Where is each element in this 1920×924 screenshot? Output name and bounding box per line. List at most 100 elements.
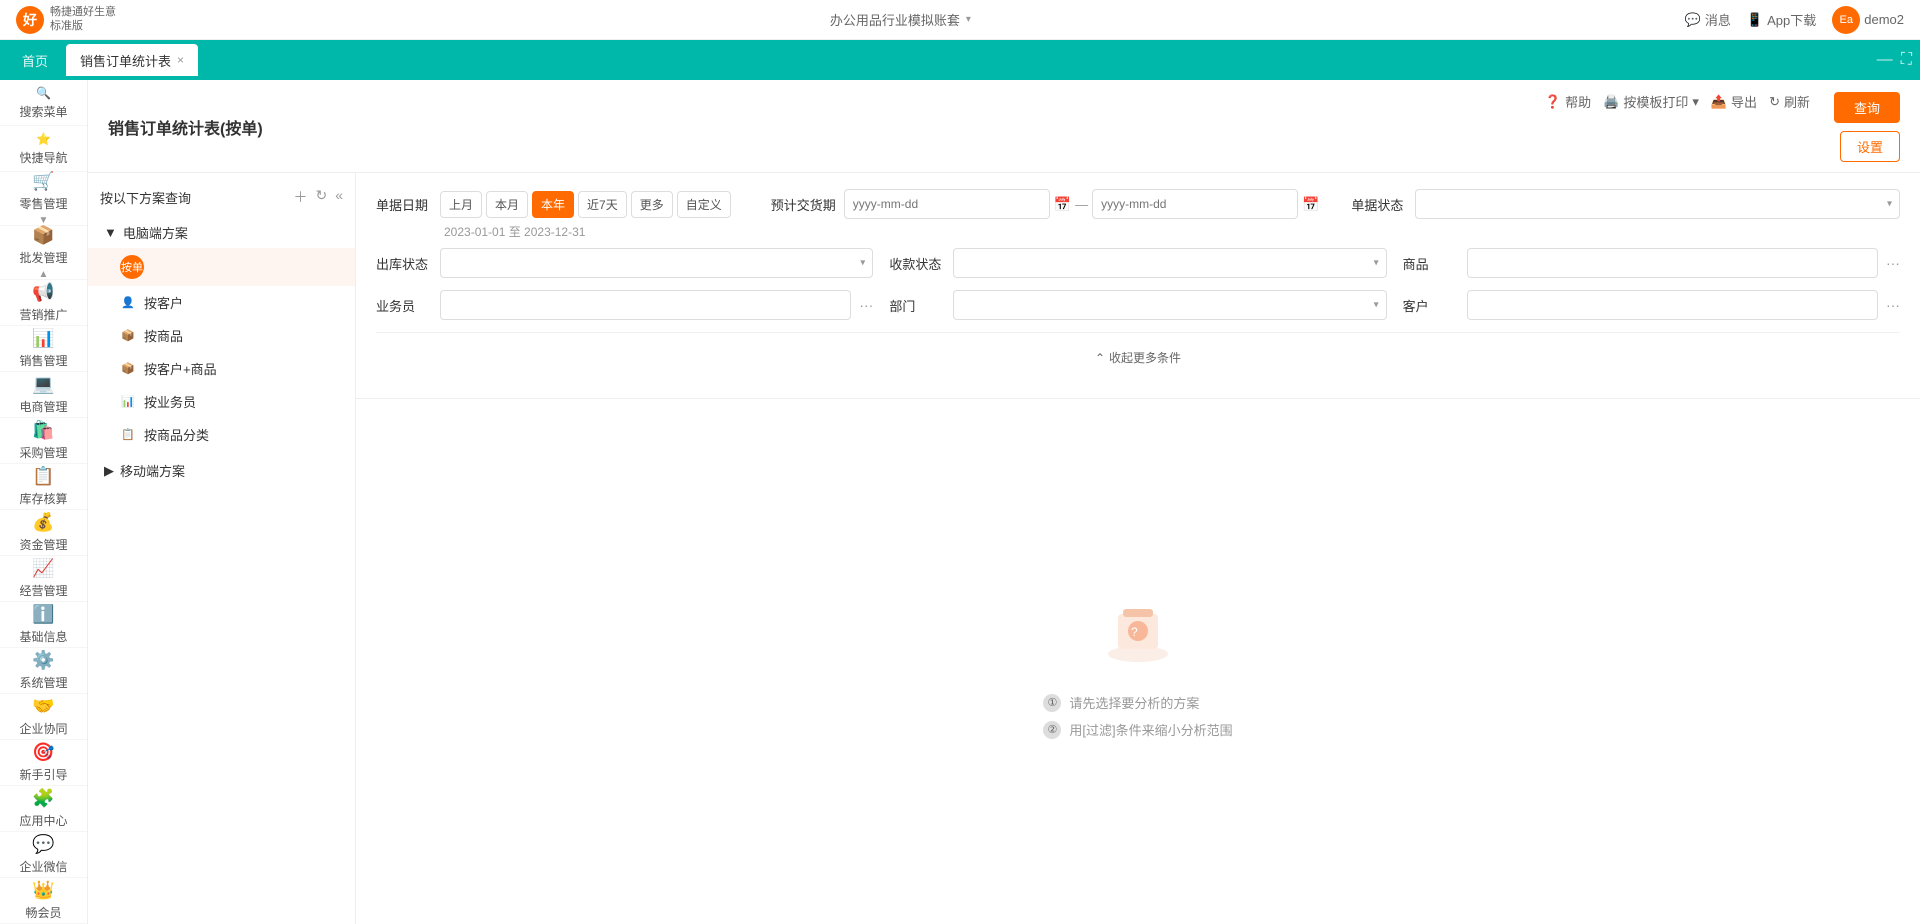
tab-bar: 首页 销售订单统计表 × — ⛶ <box>0 40 1920 80</box>
customer-more-icon[interactable]: ··· <box>1886 297 1900 313</box>
date-btn-more[interactable]: 更多 <box>631 191 673 218</box>
scheme-item-by-goods[interactable]: 📦 按商品 <box>88 319 355 352</box>
minimize-icon[interactable]: — <box>1877 51 1893 69</box>
sidebar-search[interactable]: 🔍 搜索菜单 <box>0 80 87 126</box>
sidebar: 🔍 搜索菜单 ⭐ 快捷导航 🛒 零售管理 ▼ 📦 批发管理 ▲ 📢 营销推广 📊… <box>0 80 88 924</box>
date-btn-last-month[interactable]: 上月 <box>440 191 482 218</box>
date-btn-this-year[interactable]: 本年 <box>532 191 574 218</box>
pay-status-select[interactable] <box>953 248 1386 278</box>
goods-more-icon[interactable]: ··· <box>1886 255 1900 271</box>
refresh-scheme-icon[interactable]: ↻ <box>315 187 327 207</box>
print-dropdown-icon: ▾ <box>1692 94 1699 110</box>
scheme-item-by-salesperson[interactable]: 📊 按业务员 <box>88 385 355 418</box>
wholesale-arrow-icon: ▲ <box>39 269 49 280</box>
tip2-text: 用[过滤]条件来缩小分析范围 <box>1069 720 1232 739</box>
customer-scheme-icon: 👤 <box>120 295 136 311</box>
sidebar-item-ecommerce[interactable]: 💻 电商管理 <box>0 372 87 418</box>
collapse-panel-icon[interactable]: « <box>335 187 343 207</box>
app-download-btn[interactable]: 📱 App下载 <box>1747 10 1816 29</box>
member-icon: 👑 <box>32 880 54 901</box>
operations-icon: 📈 <box>32 558 54 579</box>
filter-row-1: 单据日期 上月 本月 本年 近7天 更多 自定义 <box>376 189 1900 219</box>
sidebar-quick-nav[interactable]: ⭐ 快捷导航 <box>0 126 87 172</box>
sidebar-item-member[interactable]: 👑 畅会员 <box>0 878 87 924</box>
dept-select-wrapper: ▾ <box>953 290 1386 320</box>
scheme-item-by-customer-goods[interactable]: 📦 按客户+商品 <box>88 352 355 385</box>
sidebar-item-inventory[interactable]: 📋 库存核算 <box>0 464 87 510</box>
setting-button[interactable]: 设置 <box>1840 131 1900 162</box>
print-btn[interactable]: 🖨️ 按模板打印 ▾ <box>1603 92 1699 111</box>
filter-area: 单据日期 上月 本月 本年 近7天 更多 自定义 <box>356 173 1920 399</box>
scheme-group-desktop[interactable]: ▼ 电脑端方案 <box>88 217 355 248</box>
salesperson-scheme-icon: 📊 <box>120 394 136 410</box>
status-select[interactable] <box>1415 189 1900 219</box>
sidebar-item-marketing[interactable]: 📢 营销推广 <box>0 280 87 326</box>
action-btn-group: 查询 设置 <box>1834 92 1900 162</box>
help-btn[interactable]: ❓ 帮助 <box>1545 92 1591 111</box>
refresh-btn[interactable]: ↻ 刷新 <box>1769 92 1810 111</box>
basic-info-icon: ℹ️ <box>32 604 54 625</box>
customer-label: 客户 <box>1403 296 1459 315</box>
status-label: 单据状态 <box>1351 195 1407 214</box>
sidebar-item-enterprise[interactable]: 🤝 企业协同 <box>0 694 87 740</box>
sidebar-item-finance[interactable]: 💰 资金管理 <box>0 510 87 556</box>
sidebar-item-system[interactable]: ⚙️ 系统管理 <box>0 648 87 694</box>
query-button[interactable]: 查询 <box>1834 92 1900 123</box>
top-center[interactable]: 办公用品行业模拟账套 ▾ <box>830 10 971 29</box>
sidebar-item-guide[interactable]: 🎯 新手引导 <box>0 740 87 786</box>
ecommerce-icon: 💻 <box>32 374 54 395</box>
dropdown-arrow-icon[interactable]: ▾ <box>966 14 971 25</box>
user-area[interactable]: Ea demo2 <box>1832 6 1904 34</box>
scheme-group-mobile[interactable]: ▶ 移动端方案 <box>88 455 355 486</box>
dept-select[interactable] <box>953 290 1386 320</box>
salesperson-label: 业务员 <box>376 296 432 315</box>
sidebar-item-retail[interactable]: 🛒 零售管理 ▼ <box>0 172 87 226</box>
sidebar-item-wholesale[interactable]: 📦 批发管理 ▲ <box>0 226 87 280</box>
sidebar-item-wechat[interactable]: 💬 企业微信 <box>0 832 87 878</box>
date-btn-this-month[interactable]: 本月 <box>486 191 528 218</box>
out-status-select[interactable] <box>440 248 873 278</box>
customer-input[interactable] <box>1467 290 1878 320</box>
maximize-icon[interactable]: ⛶ <box>1901 51 1912 69</box>
message-btn[interactable]: 💬 消息 <box>1685 10 1731 29</box>
add-scheme-icon[interactable]: ＋ <box>293 187 307 207</box>
date-range-display: 2023-01-01 至 2023-12-31 <box>376 223 1900 240</box>
collapse-button[interactable]: ⌃ 收起更多条件 <box>1087 341 1189 374</box>
goods-input[interactable] <box>1467 248 1878 278</box>
filter-status: 单据状态 ▾ <box>1351 189 1900 219</box>
date-btn-custom[interactable]: 自定义 <box>677 191 731 218</box>
salesperson-input[interactable] <box>440 290 851 320</box>
status-select-wrapper: ▾ <box>1415 189 1900 219</box>
refresh-icon: ↻ <box>1769 94 1780 110</box>
export-icon: 📤 <box>1711 94 1727 110</box>
tab-bar-right: — ⛶ <box>1877 51 1912 69</box>
tab-close-icon[interactable]: × <box>177 53 184 67</box>
sidebar-item-basic-info[interactable]: ℹ️ 基础信息 <box>0 602 87 648</box>
goods-category-scheme-icon: 📋 <box>120 427 136 443</box>
empty-tip-2: ② 用[过滤]条件来缩小分析范围 <box>1043 720 1232 739</box>
inventory-icon: 📋 <box>32 466 54 487</box>
sidebar-item-purchase[interactable]: 🛍️ 采购管理 <box>0 418 87 464</box>
scheme-item-by-goods-category[interactable]: 📋 按商品分类 <box>88 418 355 451</box>
salesperson-more-icon[interactable]: ··· <box>859 297 873 313</box>
tab-home[interactable]: 首页 <box>8 51 62 70</box>
top-bar-left: 好 畅捷通好生意 标准版 <box>16 6 116 34</box>
date-buttons: 上月 本月 本年 近7天 更多 自定义 <box>440 191 731 218</box>
download-icon: 📱 <box>1747 12 1763 28</box>
system-icon: ⚙️ <box>32 650 54 671</box>
scheme-item-by-customer[interactable]: 👤 按客户 <box>88 286 355 319</box>
tab-active[interactable]: 销售订单统计表 × <box>66 44 198 76</box>
scheme-item-by-order[interactable]: 按单 <box>88 248 355 286</box>
goods-label: 商品 <box>1403 254 1459 273</box>
scheme-mobile-group: ▶ 移动端方案 <box>88 455 355 486</box>
expected-date-start[interactable] <box>844 189 1050 219</box>
apps-icon: 🧩 <box>32 788 54 809</box>
sidebar-item-sales[interactable]: 📊 销售管理 <box>0 326 87 372</box>
sidebar-item-operations[interactable]: 📈 经营管理 <box>0 556 87 602</box>
purchase-icon: 🛍️ <box>32 420 54 441</box>
date-btn-7days[interactable]: 近7天 <box>578 191 627 218</box>
export-btn[interactable]: 📤 导出 <box>1711 92 1757 111</box>
sidebar-item-apps[interactable]: 🧩 应用中心 <box>0 786 87 832</box>
page-title-row: 销售订单统计表(按单) ❓ 帮助 🖨️ 按模板打印 ▾ 📤 <box>108 92 1900 162</box>
expected-date-end[interactable] <box>1092 189 1298 219</box>
